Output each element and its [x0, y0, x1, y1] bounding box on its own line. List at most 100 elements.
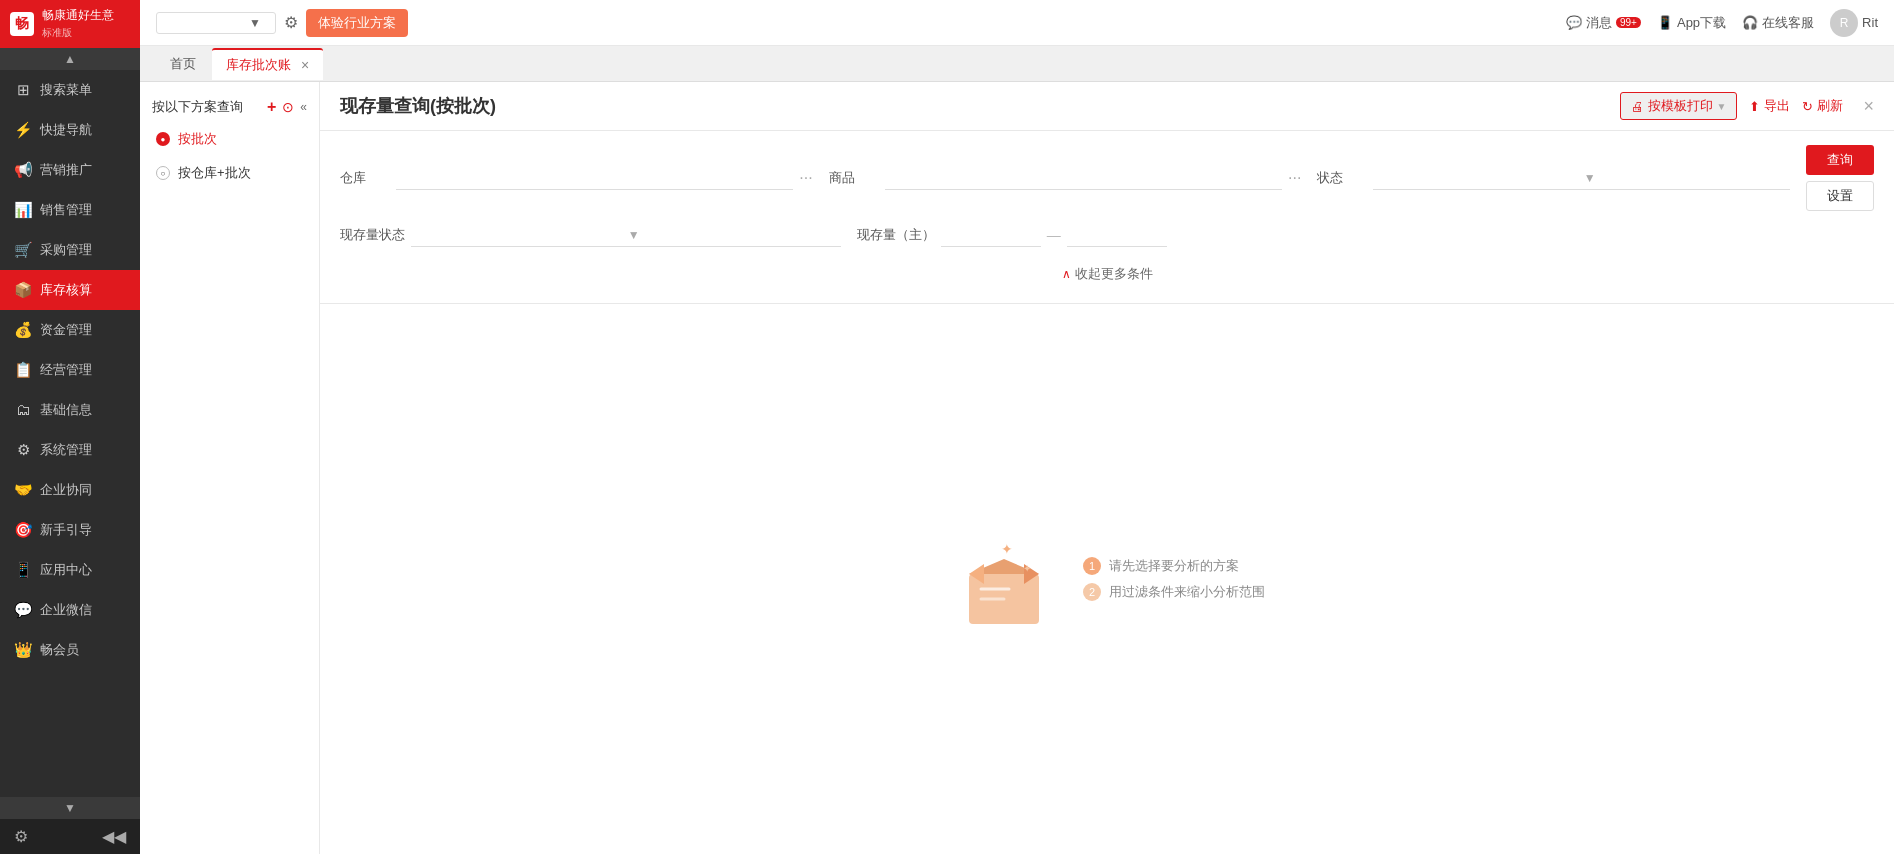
tab-home-label: 首页 — [170, 55, 196, 73]
app-title: 畅康通好生意 — [42, 8, 114, 24]
warehouse-dots[interactable]: ··· — [799, 169, 812, 187]
topbar-search-dropdown[interactable]: ▼ — [249, 16, 261, 30]
scheme-item-batch[interactable]: ● 按批次 — [140, 122, 319, 156]
hint-text-1: 请先选择要分析的方案 — [1109, 557, 1239, 575]
sidebar-item-label-system: 系统管理 — [40, 441, 92, 459]
query-btn[interactable]: 查询 — [1806, 145, 1874, 175]
stock-status-dropdown[interactable]: ▼ — [411, 224, 841, 247]
print-icon: 🖨 — [1631, 99, 1644, 114]
sidebar-item-label-operations: 经营管理 — [40, 361, 92, 379]
sidebar-item-operations[interactable]: 📋 经营管理 — [0, 350, 140, 390]
export-btn[interactable]: ⬆ 导出 — [1749, 97, 1790, 115]
warehouse-input[interactable] — [396, 166, 793, 190]
sidebar-item-label-member: 畅会员 — [40, 641, 79, 659]
sidebar-item-label-finance: 资金管理 — [40, 321, 92, 339]
sidebar-item-label-quicknav: 快捷导航 — [40, 121, 92, 139]
print-dropdown-icon[interactable]: ▼ — [1717, 101, 1727, 112]
svg-text:✦: ✦ — [1001, 541, 1013, 557]
sidebar-item-purchase[interactable]: 🛒 采购管理 — [0, 230, 140, 270]
user-menu[interactable]: R Rit — [1830, 9, 1878, 37]
hint-num-1: 1 — [1083, 557, 1101, 575]
tab-close-btn[interactable]: × — [301, 57, 309, 73]
left-panel: 按以下方案查询 + ⊙ « ● 按批次 ○ 按仓库+批次 — [140, 82, 320, 854]
settings-icon[interactable]: ⚙ — [14, 827, 28, 846]
sidebar-item-enterprise[interactable]: 🤝 企业协同 — [0, 470, 140, 510]
sidebar-item-label-enterprise: 企业协同 — [40, 481, 92, 499]
system-icon: ⚙ — [14, 441, 32, 459]
tabbar: 首页 库存批次账 × — [140, 46, 1894, 82]
stock-qty-divider: — — [1047, 227, 1061, 243]
sidebar-item-basic[interactable]: 🗂 基础信息 — [0, 390, 140, 430]
sidebar-item-member[interactable]: 👑 畅会员 — [0, 630, 140, 670]
hint-item-2: 2 用过滤条件来缩小分析范围 — [1083, 583, 1265, 601]
sidebar-collapse-btn[interactable]: ◀◀ — [102, 827, 126, 846]
app-download-icon: 📱 — [1657, 15, 1673, 30]
tab-home[interactable]: 首页 — [156, 49, 210, 79]
filter-product: 商品 ··· — [829, 166, 1302, 190]
experience-btn[interactable]: 体验行业方案 — [306, 9, 408, 37]
filter-row-2: 现存量状态 ▼ 现存量（主） — — [340, 223, 1874, 247]
sidebar-item-inventory[interactable]: 📦 库存核算 — [0, 270, 140, 310]
user-name: Rit — [1862, 15, 1878, 30]
messages-btn[interactable]: 💬 消息 99+ — [1566, 14, 1641, 32]
topbar-gear-icon[interactable]: ⚙ — [284, 13, 298, 32]
svg-text:✦: ✦ — [1023, 563, 1031, 574]
sidebar-item-marketing[interactable]: 📢 营销推广 — [0, 150, 140, 190]
topbar-search-box[interactable]: ▼ — [156, 12, 276, 34]
scheme-item-warehouse-batch[interactable]: ○ 按仓库+批次 — [140, 156, 319, 190]
sidebar-item-sales[interactable]: 📊 销售管理 — [0, 190, 140, 230]
refresh-btn-label: 刷新 — [1817, 97, 1843, 115]
tab-batch[interactable]: 库存批次账 × — [212, 48, 323, 80]
product-input[interactable] — [885, 166, 1282, 190]
collapse-label: 收起更多条件 — [1075, 265, 1153, 283]
status-label: 状态 — [1317, 169, 1367, 187]
service-icon: 🎧 — [1742, 15, 1758, 30]
sidebar-scroll-up[interactable]: ▲ — [0, 48, 140, 70]
empty-state: ✦ ✦ 1 请先选择要分析的方案 2 用过滤条件来缩小分析范围 — [949, 524, 1265, 634]
finance-icon: 💰 — [14, 321, 32, 339]
add-scheme-btn[interactable]: + — [267, 98, 276, 116]
sidebar-item-appcenter[interactable]: 📱 应用中心 — [0, 550, 140, 590]
sidebar-item-finance[interactable]: 💰 资金管理 — [0, 310, 140, 350]
filter-action-col: 查询 设置 — [1806, 145, 1874, 211]
right-panel: 现存量查询(按批次) 🖨 按模板打印 ▼ ⬆ 导出 ↻ 刷新 — [320, 82, 1894, 854]
empty-hints: 1 请先选择要分析的方案 2 用过滤条件来缩小分析范围 — [1083, 557, 1265, 601]
refresh-btn[interactable]: ↻ 刷新 — [1802, 97, 1843, 115]
empty-svg: ✦ ✦ — [949, 524, 1059, 634]
collapse-more-btn[interactable]: ∧ 收起更多条件 — [340, 259, 1874, 289]
sidebar-item-label-search: 搜索菜单 — [40, 81, 92, 99]
panel-collapse-btn[interactable]: « — [300, 100, 307, 114]
stock-qty-from-input[interactable] — [941, 223, 1041, 247]
scheme-item-label-warehouse: 按仓库+批次 — [178, 164, 251, 182]
topbar-left: ▼ ⚙ 体验行业方案 — [156, 9, 1554, 37]
sidebar-item-system[interactable]: ⚙ 系统管理 — [0, 430, 140, 470]
page-header-actions: 🖨 按模板打印 ▼ ⬆ 导出 ↻ 刷新 × — [1620, 92, 1874, 120]
avatar: R — [1830, 9, 1858, 37]
product-dots[interactable]: ··· — [1288, 169, 1301, 187]
sidebar-item-label-appcenter: 应用中心 — [40, 561, 92, 579]
hint-item-1: 1 请先选择要分析的方案 — [1083, 557, 1265, 575]
sidebar-scroll-down[interactable]: ▼ — [0, 797, 140, 819]
filter-status: 状态 ▼ — [1317, 167, 1790, 190]
scheme-settings-btn[interactable]: ⊙ — [282, 99, 294, 115]
sidebar-item-newguide[interactable]: 🎯 新手引导 — [0, 510, 140, 550]
scheme-item-dot-warehouse: ○ — [156, 166, 170, 180]
tab-batch-label: 库存批次账 — [226, 56, 291, 74]
appcenter-icon: 📱 — [14, 561, 32, 579]
sidebar-item-corpwechat[interactable]: 💬 企业微信 — [0, 590, 140, 630]
page-header: 现存量查询(按批次) 🖨 按模板打印 ▼ ⬆ 导出 ↻ 刷新 — [320, 82, 1894, 131]
filter-row-1: 仓库 ··· 商品 ··· 状态 ▼ — [340, 145, 1874, 211]
settings-btn[interactable]: 设置 — [1806, 181, 1874, 211]
sidebar-item-quicknav[interactable]: ⚡ 快捷导航 — [0, 110, 140, 150]
collapse-arrow-icon: ∧ — [1062, 267, 1071, 281]
app-download-btn[interactable]: 📱 App下载 — [1657, 14, 1726, 32]
stock-qty-to-input[interactable] — [1067, 223, 1167, 247]
print-btn[interactable]: 🖨 按模板打印 ▼ — [1620, 92, 1738, 120]
online-service-btn[interactable]: 🎧 在线客服 — [1742, 14, 1814, 32]
enterprise-icon: 🤝 — [14, 481, 32, 499]
sidebar-item-search[interactable]: ⊞ 搜索菜单 — [0, 70, 140, 110]
topbar-search-input[interactable] — [165, 16, 245, 30]
status-dropdown[interactable]: ▼ — [1373, 167, 1790, 190]
page-close-btn[interactable]: × — [1863, 96, 1874, 117]
sidebar: 畅 畅康通好生意 标准版 ▲ ⊞ 搜索菜单 ⚡ 快捷导航 📢 营销推广 📊 销售… — [0, 0, 140, 854]
